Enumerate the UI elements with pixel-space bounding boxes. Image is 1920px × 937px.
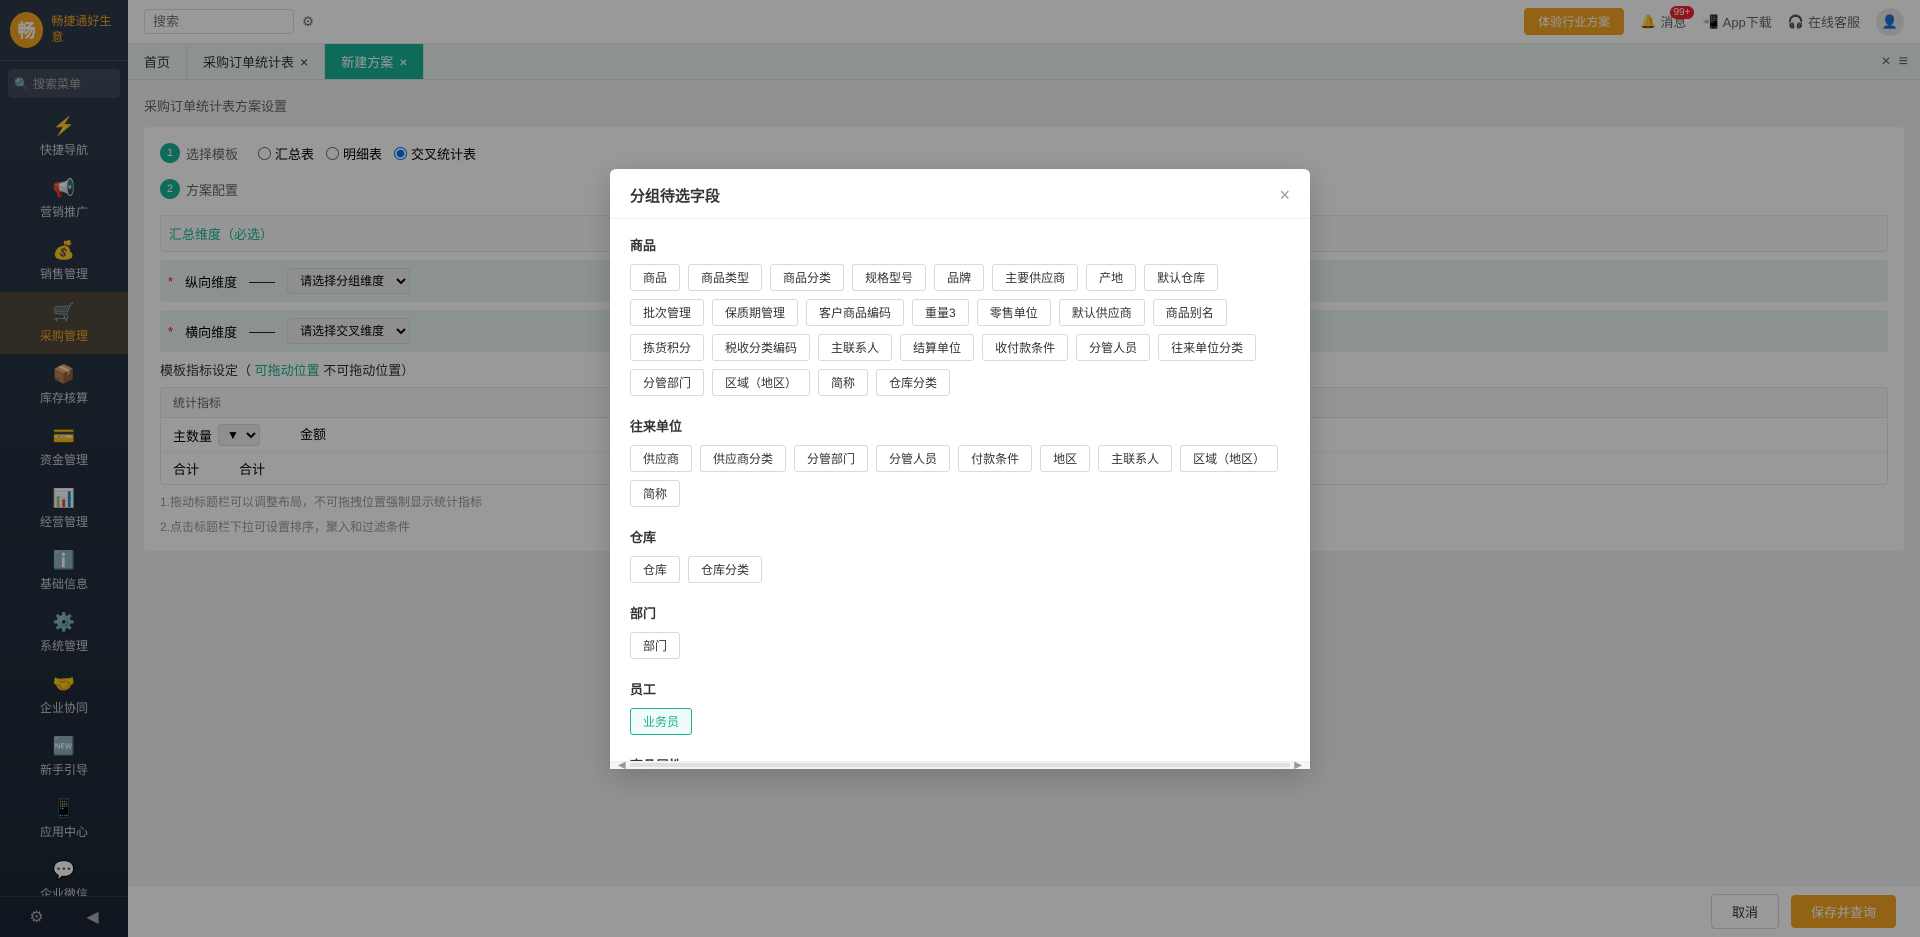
field-tag-batch-mgmt[interactable]: 批次管理: [630, 299, 704, 326]
field-tag-source-unit-category[interactable]: 往来单位分类: [1158, 334, 1256, 361]
field-tag-default-supplier[interactable]: 默认供应商: [1059, 299, 1145, 326]
modal-header: 分组待选字段 ×: [610, 169, 1310, 219]
field-tag-supplier[interactable]: 供应商: [630, 445, 692, 472]
field-section-title-dept: 部门: [630, 603, 1290, 622]
field-tag-retail-unit[interactable]: 零售单位: [977, 299, 1051, 326]
field-section-product: 商品商品商品类型商品分类规格型号品牌主要供应商产地默认仓库批次管理保质期管理客户…: [630, 235, 1290, 396]
field-tag-product-category[interactable]: 商品分类: [770, 264, 844, 291]
modal-body: 商品商品商品类型商品分类规格型号品牌主要供应商产地默认仓库批次管理保质期管理客户…: [610, 219, 1310, 761]
field-tag-dept-mgmt[interactable]: 分管部门: [630, 369, 704, 396]
field-tag-product-alias[interactable]: 商品别名: [1153, 299, 1227, 326]
field-tag-wh-category[interactable]: 仓库分类: [688, 556, 762, 583]
field-tag-main-supplier[interactable]: 主要供应商: [992, 264, 1078, 291]
field-tag-mgmt-dept[interactable]: 分管部门: [794, 445, 868, 472]
field-section-title-product: 商品: [630, 235, 1290, 254]
field-tag-settlement-unit[interactable]: 结算单位: [900, 334, 974, 361]
modal: 分组待选字段 × 商品商品商品类型商品分类规格型号品牌主要供应商产地默认仓库批次…: [610, 169, 1310, 769]
modal-title: 分组待选字段: [630, 185, 720, 206]
field-tag-payment-terms[interactable]: 收付款条件: [982, 334, 1068, 361]
modal-overlay: 分组待选字段 × 商品商品商品类型商品分类规格型号品牌主要供应商产地默认仓库批次…: [0, 0, 1920, 937]
hscroll-right[interactable]: ▶: [1294, 760, 1302, 771]
field-section-dept: 部门部门: [630, 603, 1290, 659]
field-tags-employee: 业务员: [630, 708, 1290, 735]
field-tag-short-name[interactable]: 简称: [818, 369, 868, 396]
field-tag-main-contact[interactable]: 主联系人: [818, 334, 892, 361]
field-tag-product-type[interactable]: 商品类型: [688, 264, 762, 291]
field-tags-warehouse: 仓库仓库分类: [630, 556, 1290, 583]
field-tag-tax-code[interactable]: 税收分类编码: [712, 334, 810, 361]
field-tag-spec-type[interactable]: 规格型号: [852, 264, 926, 291]
field-section-employee: 员工业务员: [630, 679, 1290, 735]
field-tags-dept: 部门: [630, 632, 1290, 659]
field-tag-customer-code[interactable]: 客户商品编码: [806, 299, 904, 326]
field-tag-manager[interactable]: 分管人员: [1076, 334, 1150, 361]
field-tags-partner: 供应商供应商分类分管部门分管人员付款条件地区主联系人区域（地区） 简称: [630, 445, 1290, 507]
field-tag-weight3[interactable]: 重量3: [912, 299, 969, 326]
field-tag-origin[interactable]: 产地: [1086, 264, 1136, 291]
field-tag-supplier-category[interactable]: 供应商分类: [700, 445, 786, 472]
field-tag-salesperson[interactable]: 业务员: [630, 708, 692, 735]
field-section-title-partner: 往来单位: [630, 416, 1290, 435]
modal-hscroll: ◀ ▶: [610, 761, 1310, 769]
hscroll-left[interactable]: ◀: [618, 760, 626, 771]
field-tag-payment-cond[interactable]: 付款条件: [958, 445, 1032, 472]
field-tag-area[interactable]: 地区: [1040, 445, 1090, 472]
field-tag-brand[interactable]: 品牌: [934, 264, 984, 291]
field-section-partner: 往来单位供应商供应商分类分管部门分管人员付款条件地区主联系人区域（地区） 简称: [630, 416, 1290, 507]
field-tag-region[interactable]: 区域（地区）: [712, 369, 810, 396]
field-tag-pickup-points[interactable]: 拣货积分: [630, 334, 704, 361]
field-tag-warehouse-category[interactable]: 仓库分类: [876, 369, 950, 396]
field-tag-mgmt-staff[interactable]: 分管人员: [876, 445, 950, 472]
field-section-warehouse: 仓库仓库仓库分类: [630, 527, 1290, 583]
field-tag-department[interactable]: 部门: [630, 632, 680, 659]
field-tag-quality-mgmt[interactable]: 保质期管理: [712, 299, 798, 326]
hscroll-track[interactable]: [630, 763, 1291, 767]
field-section-title-employee: 员工: [630, 679, 1290, 698]
field-tag-product[interactable]: 商品: [630, 264, 680, 291]
field-section-title-warehouse: 仓库: [630, 527, 1290, 546]
field-tags-product: 商品商品类型商品分类规格型号品牌主要供应商产地默认仓库批次管理保质期管理客户商品…: [630, 264, 1290, 396]
modal-close-button[interactable]: ×: [1279, 185, 1290, 206]
field-tag-short-name2[interactable]: 简称: [630, 480, 680, 507]
field-tag-wh[interactable]: 仓库: [630, 556, 680, 583]
field-tag-contact[interactable]: 主联系人: [1098, 445, 1172, 472]
field-tag-default-warehouse[interactable]: 默认仓库: [1144, 264, 1218, 291]
field-tag-region2[interactable]: 区域（地区）: [1180, 445, 1278, 472]
